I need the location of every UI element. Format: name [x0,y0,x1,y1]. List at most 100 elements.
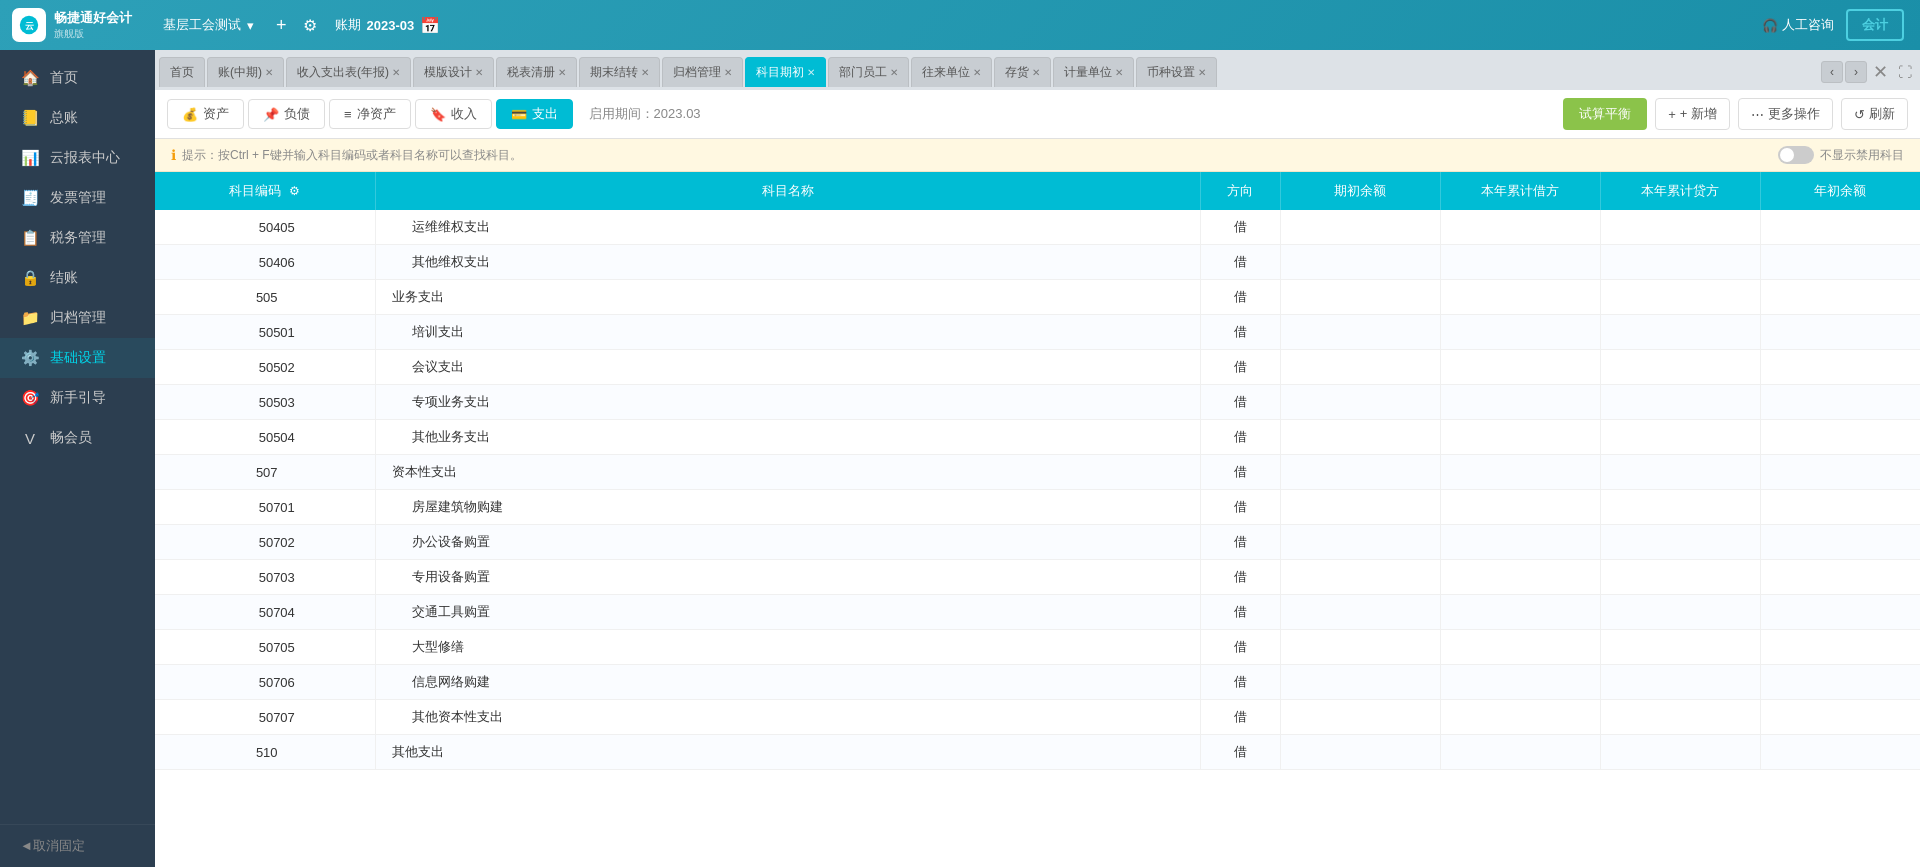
sub-tab-equity[interactable]: ≡净资产 [329,99,411,129]
sub-tab-expense[interactable]: 💳支出 [496,99,573,129]
close-all-tabs-btn[interactable]: ✕ [1869,61,1892,83]
svg-text:云: 云 [25,21,34,31]
cell-code: 50704 [155,595,375,630]
cell-name: 信息网络购建 [375,665,1200,700]
tab-bar: 首页 账(中期)✕ 收入支出表(年报)✕ 模版设计✕ 税表清册✕ 期末结转✕ 归… [155,50,1920,90]
cell-year-opening [1760,455,1920,490]
sidebar-item-close[interactable]: 🔒 结账 [0,258,155,298]
cell-opening [1280,455,1440,490]
table-row: 50503 专项业务支出 借 [155,385,1920,420]
cell-credit [1600,630,1760,665]
tab-archive[interactable]: 归档管理✕ [662,57,743,87]
cell-debit [1440,490,1600,525]
cell-debit [1440,245,1600,280]
cell-debit [1440,280,1600,315]
table-row: 50504 其他业务支出 借 [155,420,1920,455]
sub-tab-income[interactable]: 🔖收入 [415,99,492,129]
more-btn[interactable]: ⋯ 更多操作 [1738,98,1833,130]
cell-year-opening [1760,665,1920,700]
sidebar-item-guide[interactable]: 🎯 新手引导 [0,378,155,418]
sidebar-item-tax[interactable]: 📋 税务管理 [0,218,155,258]
tab-next-btn[interactable]: › [1845,61,1867,83]
member-icon: V [20,430,40,447]
col-direction: 方向 [1200,172,1280,210]
collapse-sidebar-btn[interactable]: ◄取消固定 [0,824,155,867]
tab-period[interactable]: 账(中期)✕ [207,57,284,87]
gear-icon[interactable]: ⚙ [289,184,300,198]
sidebar-item-reports[interactable]: 📊 云报表中心 [0,138,155,178]
cell-code: 50405 [155,210,375,245]
cell-credit [1600,525,1760,560]
tab-inventory[interactable]: 存货✕ [994,57,1051,87]
cell-direction: 借 [1200,560,1280,595]
tab-prev-btn[interactable]: ‹ [1821,61,1843,83]
sidebar-item-member[interactable]: V 畅会员 [0,418,155,458]
cell-code: 50705 [155,630,375,665]
cell-direction: 借 [1200,385,1280,420]
income-icon: 🔖 [430,107,446,122]
toggle-disabled[interactable] [1778,146,1814,164]
add-tab-btn[interactable]: + [270,15,293,36]
cell-direction: 借 [1200,525,1280,560]
tab-dept[interactable]: 部门员工✕ [828,57,909,87]
tab-report[interactable]: 收入支出表(年报)✕ [286,57,411,87]
expand-tabs-btn[interactable]: ⛶ [1894,64,1916,80]
cell-name: 大型修缮 [375,630,1200,665]
cell-credit [1600,385,1760,420]
refresh-btn[interactable]: ↺ 刷新 [1841,98,1908,130]
settings-icon[interactable]: ⚙ [297,16,323,35]
workspace-selector[interactable]: 基层工会测试 ▾ [155,16,262,34]
archive-icon: 📁 [20,309,40,327]
cell-opening [1280,420,1440,455]
col-credit: 本年累计贷方 [1600,172,1760,210]
table-container[interactable]: 科目编码 ⚙ 科目名称 方向 期初余额 本年累计借方 本年累计贷方 年初余额 5… [155,172,1920,867]
cell-code: 507 [155,455,375,490]
sidebar-item-ledger[interactable]: 📒 总账 [0,98,155,138]
sidebar-item-home[interactable]: 🏠 首页 [0,58,155,98]
add-btn[interactable]: + + 新增 [1655,98,1730,130]
cell-code: 50706 [155,665,375,700]
cell-code: 505 [155,280,375,315]
cell-opening [1280,665,1440,700]
cell-name: 其他支出 [375,735,1200,770]
cell-direction: 借 [1200,245,1280,280]
cell-credit [1600,735,1760,770]
tab-currency[interactable]: 币种设置✕ [1136,57,1217,87]
tab-period-close[interactable]: 期末结转✕ [579,57,660,87]
cell-credit [1600,245,1760,280]
table-row: 50705 大型修缮 借 [155,630,1920,665]
balance-btn[interactable]: 试算平衡 [1563,98,1647,130]
col-debit: 本年累计借方 [1440,172,1600,210]
asset-icon: 💰 [182,107,198,122]
cell-debit [1440,665,1600,700]
home-icon: 🏠 [20,69,40,87]
sub-tab-liability[interactable]: 📌负债 [248,99,325,129]
cell-year-opening [1760,315,1920,350]
customer-service-btn[interactable]: 🎧 人工咨询 [1762,16,1834,34]
cell-name: 运维维权支出 [375,210,1200,245]
cell-direction: 借 [1200,315,1280,350]
sub-tab-asset[interactable]: 💰资产 [167,99,244,129]
account-btn[interactable]: 会计 [1846,9,1904,41]
tab-unit[interactable]: 计量单位✕ [1053,57,1134,87]
tab-template[interactable]: 模版设计✕ [413,57,494,87]
tab-subject-init[interactable]: 科目期初✕ [745,57,826,87]
cell-opening [1280,595,1440,630]
cell-year-opening [1760,525,1920,560]
sidebar-item-archive[interactable]: 📁 归档管理 [0,298,155,338]
calendar-icon[interactable]: 📅 [420,16,440,35]
cell-name: 交通工具购置 [375,595,1200,630]
table-row: 50707 其他资本性支出 借 [155,700,1920,735]
cell-direction: 借 [1200,490,1280,525]
tab-tax-table[interactable]: 税表清册✕ [496,57,577,87]
cell-year-opening [1760,385,1920,420]
sidebar-item-settings[interactable]: ⚙️ 基础设置 [0,338,155,378]
cell-credit [1600,595,1760,630]
tab-clients[interactable]: 往来单位✕ [911,57,992,87]
tab-home[interactable]: 首页 [159,57,205,87]
col-code: 科目编码 ⚙ [155,172,375,210]
sidebar-item-invoice[interactable]: 🧾 发票管理 [0,178,155,218]
close-period-icon: 🔒 [20,269,40,287]
cell-direction: 借 [1200,280,1280,315]
cell-debit [1440,700,1600,735]
